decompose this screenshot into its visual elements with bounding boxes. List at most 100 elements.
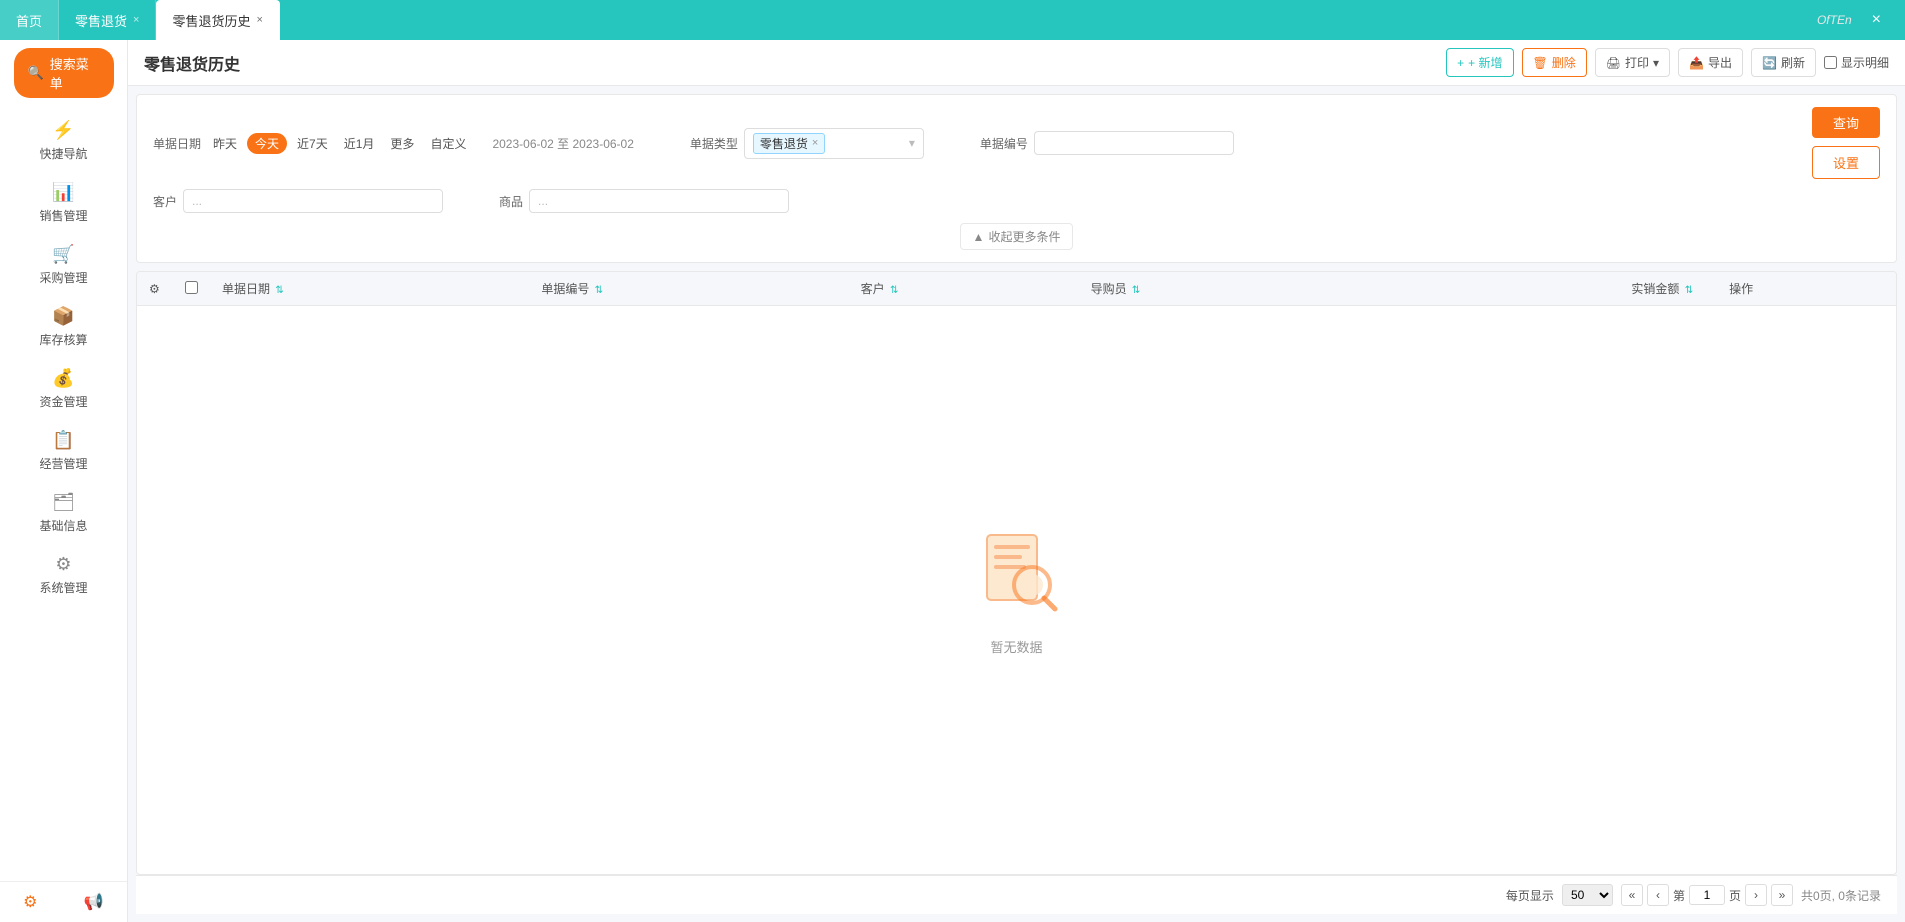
- filter-goods-label: 商品: [499, 193, 523, 210]
- col-amount: 实销金额 ⇅: [1353, 272, 1717, 306]
- sort-guide-icon[interactable]: ⇅: [1132, 285, 1140, 296]
- shortcut-yesterday[interactable]: 昨天: [207, 133, 243, 154]
- sidebar-item-system-label: 系统管理: [39, 579, 87, 596]
- tab-list: 首页 零售退货 × 零售退货历史 ×: [0, 0, 1817, 40]
- sidebar-item-finance[interactable]: 💰 资金管理: [0, 358, 127, 420]
- search-menu-button[interactable]: 🔍 搜索菜单: [14, 48, 114, 98]
- tab-home[interactable]: 首页: [0, 0, 59, 40]
- layout: 🔍 搜索菜单 ⚡ 快捷导航 📊 销售管理 🛒 采购管理 📦 库存核算 💰 资金管…: [0, 40, 1905, 922]
- tab-retail-return-history[interactable]: 零售退货历史 ×: [156, 0, 279, 40]
- volume-bottom-button[interactable]: 📢: [84, 892, 104, 912]
- last-page-button[interactable]: »: [1771, 884, 1793, 906]
- filter-doc-no-input[interactable]: [1034, 131, 1234, 155]
- filter-row-2: 客户 商品: [153, 189, 1880, 213]
- col-customer-label: 客户: [861, 282, 885, 296]
- delete-button[interactable]: 🗑 删除: [1522, 48, 1587, 77]
- select-all-checkbox[interactable]: [185, 281, 198, 294]
- sidebar-item-inventory-label: 库存核算: [39, 331, 87, 348]
- sidebar-item-basic-info[interactable]: 🗂 基础信息: [0, 482, 127, 544]
- add-icon: +: [1457, 56, 1464, 70]
- sidebar-item-operations-label: 经营管理: [39, 455, 87, 472]
- filter-doc-type-select[interactable]: 零售退货 × ▾: [744, 128, 924, 159]
- sales-icon: 📊: [52, 182, 74, 203]
- col-doc-no-label: 单据编号: [541, 282, 589, 296]
- col-customer: 客户 ⇅: [849, 272, 1079, 306]
- sidebar-item-system[interactable]: ⚙ 系统管理: [0, 544, 127, 606]
- sidebar-item-sales[interactable]: 📊 销售管理: [0, 172, 127, 234]
- display-detail-label: 显示明细: [1841, 54, 1889, 71]
- filter-doc-type: 单据类型 零售退货 × ▾: [690, 128, 924, 159]
- right-action-buttons: 查询 设置: [1812, 107, 1880, 179]
- sort-date-icon[interactable]: ⇅: [275, 285, 283, 296]
- col-action-label: 操作: [1729, 282, 1753, 296]
- filter-customer-input[interactable]: [183, 189, 443, 213]
- filter-goods: 商品: [499, 189, 789, 213]
- system-icon: ⚙: [55, 554, 71, 575]
- finance-icon: 💰: [52, 368, 74, 389]
- print-icon: 🖨: [1606, 56, 1621, 70]
- quick-nav-icon: ⚡: [52, 120, 74, 141]
- tab-retail-return-history-label: 零售退货历史: [172, 11, 250, 30]
- sort-amount-icon[interactable]: ⇅: [1685, 285, 1693, 296]
- shortcut-7days[interactable]: 近7天: [291, 133, 334, 154]
- filter-customer-label: 客户: [153, 193, 177, 210]
- sort-customer-icon[interactable]: ⇅: [890, 285, 898, 296]
- col-date-label: 单据日期: [222, 282, 270, 296]
- col-action: 操作: [1717, 272, 1896, 306]
- shortcut-today[interactable]: 今天: [247, 133, 287, 154]
- first-page-button[interactable]: «: [1621, 884, 1643, 906]
- window-close-button[interactable]: ×: [1864, 7, 1889, 33]
- filter-area: 单据日期 昨天 今天 近7天 近1月 更多 自定义 2023-06-02 至 2…: [136, 94, 1897, 263]
- sidebar-item-operations[interactable]: 📋 经营管理: [0, 420, 127, 482]
- export-button[interactable]: 📤 导出: [1678, 48, 1743, 77]
- filter-doc-type-label: 单据类型: [690, 135, 738, 152]
- col-settings[interactable]: ⚙: [137, 272, 173, 306]
- search-icon: 🔍: [28, 65, 44, 81]
- setup-button[interactable]: 设置: [1812, 146, 1880, 179]
- table-header: ⚙ 单据日期 ⇅ 单据编号 ⇅: [137, 272, 1896, 306]
- tab-home-label: 首页: [16, 11, 42, 30]
- filter-doc-type-remove[interactable]: ×: [812, 137, 818, 149]
- sidebar-item-quick-nav[interactable]: ⚡ 快捷导航: [0, 110, 127, 172]
- close-tab-retail-return-history[interactable]: ×: [256, 14, 262, 26]
- col-checkbox[interactable]: [173, 272, 210, 306]
- shortcut-1month[interactable]: 近1月: [338, 133, 381, 154]
- prev-page-button[interactable]: ‹: [1647, 884, 1669, 906]
- filter-doc-no-label: 单据编号: [980, 135, 1028, 152]
- next-page-button[interactable]: ›: [1745, 884, 1767, 906]
- page-number-input[interactable]: [1689, 885, 1725, 905]
- page-title: 零售退货历史: [144, 51, 240, 75]
- settings-bottom-button[interactable]: ⚙: [23, 892, 37, 912]
- filter-goods-input[interactable]: [529, 189, 789, 213]
- shortcut-custom[interactable]: 自定义: [424, 133, 472, 154]
- doc-type-dropdown-icon: ▾: [909, 136, 915, 150]
- refresh-label: 刷新: [1781, 54, 1805, 71]
- empty-state: 暂无数据: [137, 306, 1896, 874]
- filter-date-label: 单据日期: [153, 135, 201, 152]
- col-date: 单据日期 ⇅: [210, 272, 529, 306]
- filter-actions-row: ▲ 收起更多条件: [153, 223, 1880, 250]
- sidebar-item-quick-nav-label: 快捷导航: [39, 145, 87, 162]
- sidebar-item-purchase-label: 采购管理: [39, 269, 87, 286]
- sort-doc-no-icon[interactable]: ⇅: [595, 285, 603, 296]
- filter-customer: 客户: [153, 189, 443, 213]
- per-page-select[interactable]: 50 10 20 100: [1562, 884, 1613, 906]
- add-button[interactable]: + + 新增: [1446, 48, 1513, 77]
- delete-icon: 🗑: [1533, 56, 1548, 70]
- refresh-button[interactable]: 🔄 刷新: [1751, 48, 1816, 77]
- shortcut-more[interactable]: 更多: [384, 133, 420, 154]
- print-button[interactable]: 🖨 打印 ▾: [1595, 48, 1670, 77]
- collapse-filter-button[interactable]: ▲ 收起更多条件: [960, 223, 1074, 250]
- sidebar-item-inventory[interactable]: 📦 库存核算: [0, 296, 127, 358]
- refresh-icon: 🔄: [1762, 56, 1777, 70]
- export-icon: 📤: [1689, 56, 1704, 70]
- sidebar-item-purchase[interactable]: 🛒 采购管理: [0, 234, 127, 296]
- display-detail-checkbox[interactable]: [1824, 56, 1837, 69]
- close-tab-retail-return[interactable]: ×: [133, 14, 139, 26]
- display-detail-toggle[interactable]: 显示明细: [1824, 54, 1889, 71]
- query-button[interactable]: 查询: [1812, 107, 1880, 138]
- top-bar-right: OfTEn ×: [1817, 7, 1905, 33]
- settings-col-icon[interactable]: ⚙: [149, 282, 160, 296]
- search-menu-label: 搜索菜单: [50, 54, 100, 92]
- tab-retail-return[interactable]: 零售退货 ×: [59, 0, 156, 40]
